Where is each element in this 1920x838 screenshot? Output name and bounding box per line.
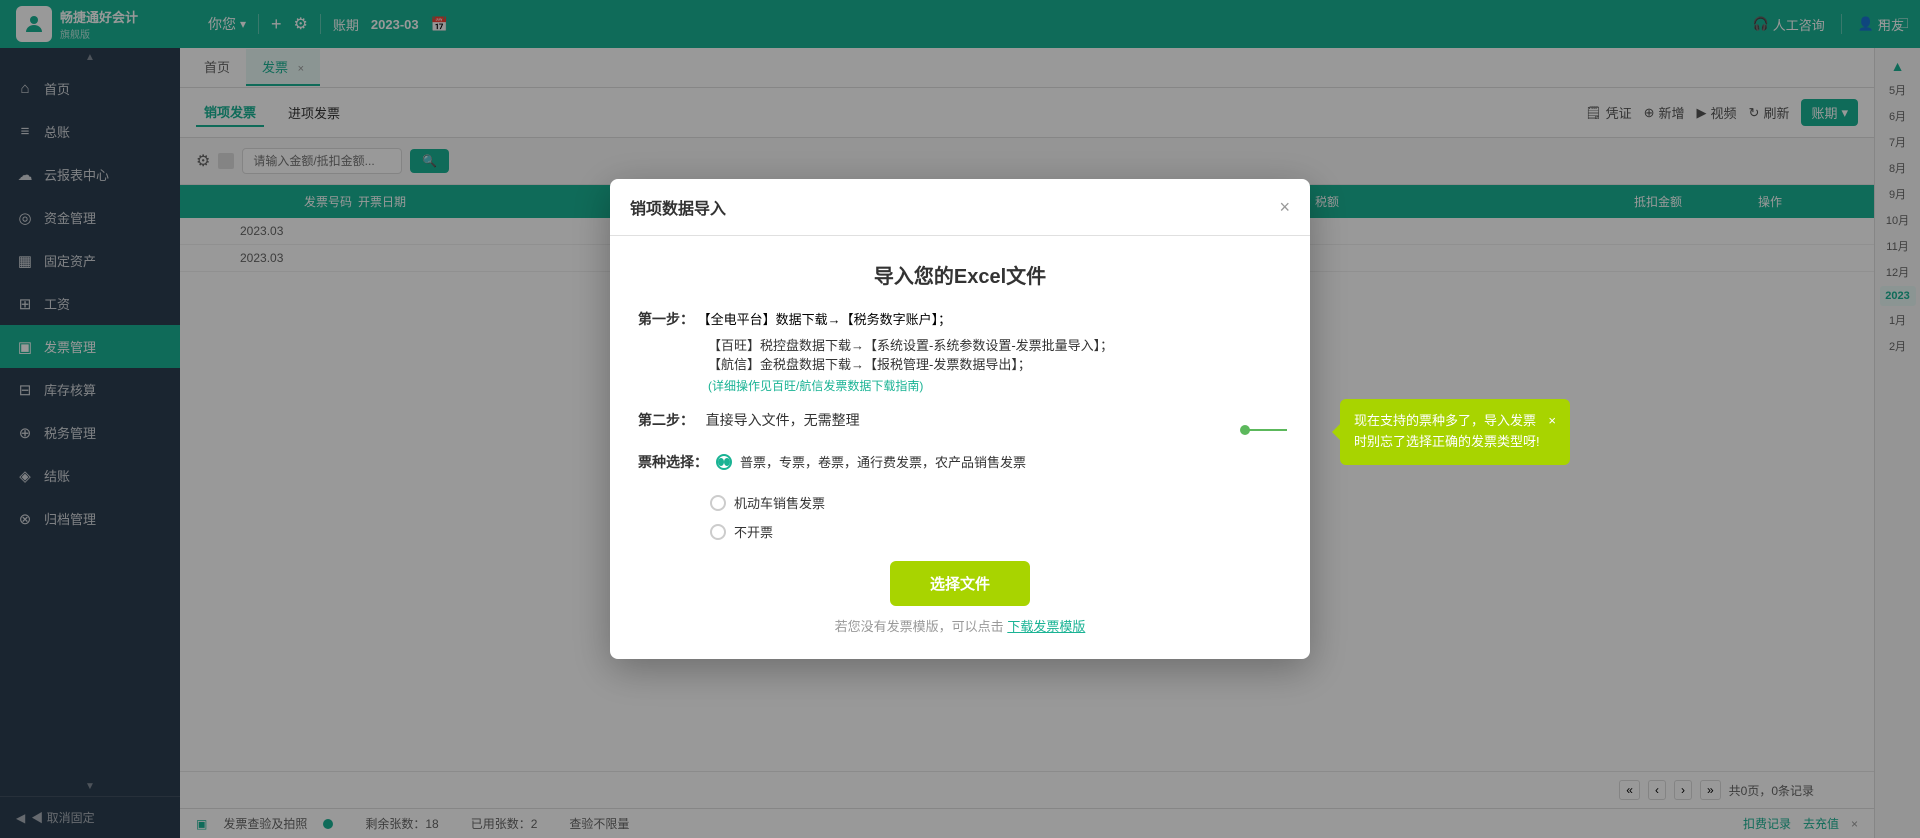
modal-body: 导入您的Excel文件 第一步： 【全电平台】数据下载→【税务数字账户】； 【百… [610, 236, 1310, 659]
radio-option-2[interactable]: 机动车销售发票 [710, 493, 1282, 512]
tooltip-arrow [1332, 424, 1340, 440]
modal-header: 销项数据导入 × [610, 179, 1310, 236]
step1-label: 第一步： [638, 309, 694, 329]
radio-option-3[interactable]: 不开票 [710, 522, 1282, 541]
modal-subtitle: 导入您的Excel文件 [638, 260, 1282, 289]
modal-footer: 若您没有发票模版，可以点击 下载发票模版 [638, 616, 1282, 635]
radio-option-1[interactable]: 普票，专票，卷票，通行费发票，农产品销售发票 [716, 452, 1026, 471]
select-file-btn[interactable]: 选择文件 [890, 561, 1030, 606]
modal-close-btn[interactable]: × [1279, 197, 1290, 218]
download-template-link[interactable]: 下载发票模版 [1007, 619, 1085, 634]
step1-line1: 【全电平台】数据下载→【税务数字账户】； [698, 312, 952, 327]
tooltip-line [1245, 429, 1287, 431]
step1-block: 第一步： 【全电平台】数据下载→【税务数字账户】； 【百旺】税控盘数据下载→【系… [638, 309, 1282, 394]
radio-circle-3 [710, 524, 726, 540]
step2-text: 直接导入文件，无需整理 [706, 412, 860, 428]
modal-footer-text: 若您没有发票模版，可以点击 [835, 619, 1004, 634]
step1-line3: 【航信】金税盘数据下载→【报税管理-发票数据导出】； [638, 354, 1282, 373]
tooltip-container: × 现在支持的票种多了，导入发票时别忘了选择正确的发票类型呀! [1340, 399, 1570, 465]
radio-label-2: 机动车销售发票 [734, 493, 825, 512]
import-modal: 销项数据导入 × 导入您的Excel文件 第一步： 【全电平台】数据下载→【税务… [610, 179, 1310, 659]
step1-link[interactable]: (详细操作见百旺/航信发票数据下载指南) [708, 379, 923, 393]
step2-block: 第二步： 直接导入文件，无需整理 [638, 410, 1282, 436]
radio-circle-1 [716, 454, 732, 470]
tooltip-bubble: × 现在支持的票种多了，导入发票时别忘了选择正确的发票类型呀! [1340, 399, 1570, 465]
tooltip-text: 现在支持的票种多了，导入发票时别忘了选择正确的发票类型呀! [1354, 413, 1540, 449]
tooltip-dot [1240, 425, 1250, 435]
radio-section-label: 票种选择： [638, 452, 708, 472]
radio-label-3: 不开票 [734, 522, 773, 541]
radio-label-1: 普票，专票，卷票，通行费发票，农产品销售发票 [740, 452, 1026, 471]
modal-title: 销项数据导入 [630, 195, 726, 219]
radio-circle-2 [710, 495, 726, 511]
radio-group: 票种选择： 普票，专票，卷票，通行费发票，农产品销售发票 机动车销售发票 [638, 452, 1282, 541]
radio-label-row: 票种选择： 普票，专票，卷票，通行费发票，农产品销售发票 [638, 452, 1282, 481]
step1-line2: 【百旺】税控盘数据下载→【系统设置-系统参数设置-发票批量导入】； [638, 335, 1282, 354]
tooltip-close-btn[interactable]: × [1548, 411, 1556, 432]
modal-overlay: 销项数据导入 × 导入您的Excel文件 第一步： 【全电平台】数据下载→【税务… [0, 0, 1920, 838]
step2-label: 第二步： [638, 410, 694, 430]
